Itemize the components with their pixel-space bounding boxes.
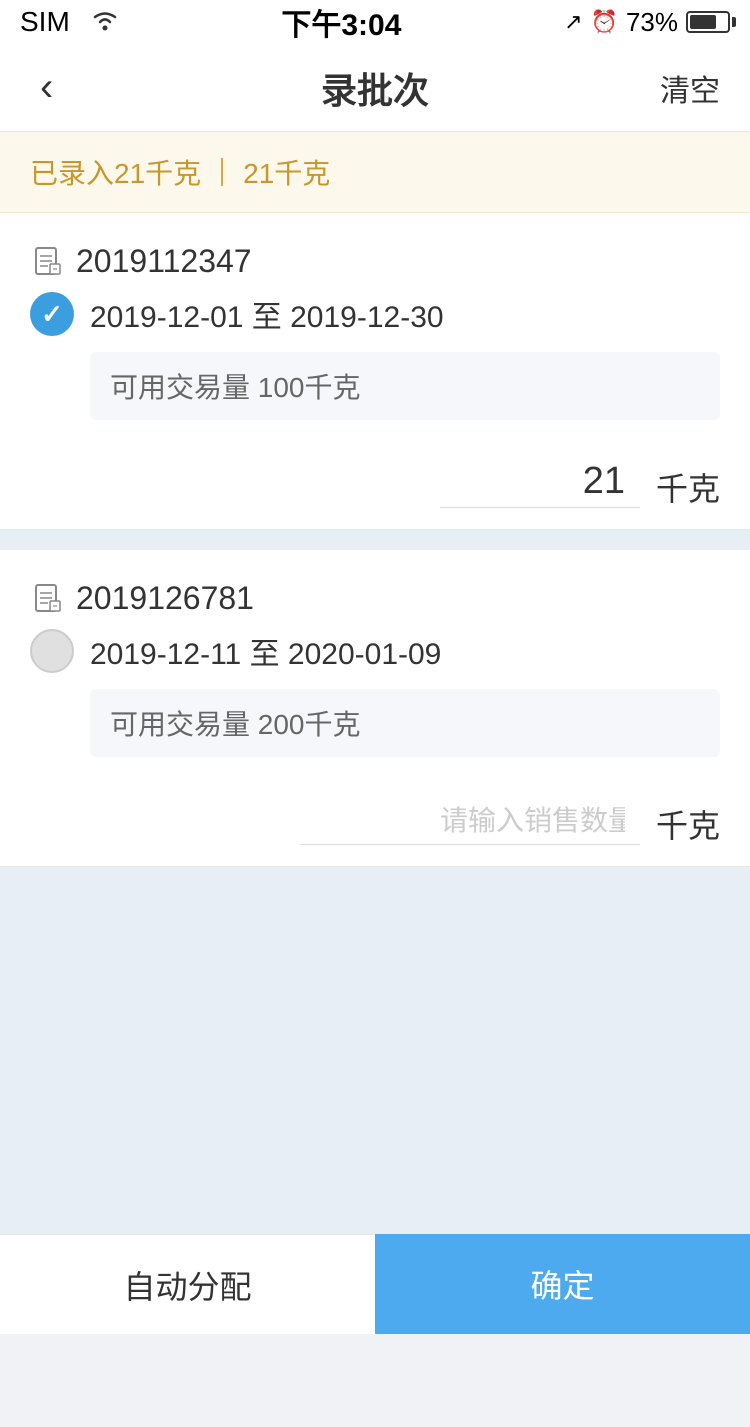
section-divider: [0, 530, 750, 550]
qty-input-row-2: 千克: [0, 777, 750, 867]
batch-id-1: 2019112347: [76, 243, 252, 280]
status-bar: 无 SIM 卡 下午3:04 ↗ ⏰ 73%: [0, 0, 750, 44]
nav-bar: ‹ 录批次 清空: [0, 44, 750, 132]
qty-input-1[interactable]: [440, 460, 640, 503]
auto-distribute-button[interactable]: 自动分配: [0, 1234, 375, 1334]
batch-id-2: 2019126781: [76, 580, 254, 617]
bottom-bar: 自动分配 确定: [0, 1234, 750, 1334]
batch-item-2: 2019126781 2019-12-11 至 2020-01-09 可用交易量…: [0, 550, 750, 777]
back-button[interactable]: ‹: [30, 55, 63, 120]
batch-date-2: 2019-12-11 至 2020-01-09: [90, 629, 441, 673]
page-title: 录批次: [321, 62, 429, 114]
batch-item-1: 2019112347 ✓ 2019-12-01 至 2019-12-30 可用交…: [0, 213, 750, 440]
clear-button[interactable]: 清空: [660, 66, 720, 110]
available-qty-2: 可用交易量 200千克: [90, 689, 720, 757]
available-qty-1: 可用交易量 100千克: [90, 352, 720, 420]
checkmark-1: ✓: [41, 299, 63, 330]
batch-date-row-1[interactable]: ✓ 2019-12-01 至 2019-12-30: [30, 292, 720, 336]
batch-header-2: 2019126781: [30, 580, 720, 617]
qty-unit-2: 千克: [656, 801, 720, 847]
recorded-label: 已录入21千克: [30, 152, 201, 192]
qty-input-2[interactable]: [440, 797, 640, 840]
batch-header-1: 2019112347: [30, 243, 720, 280]
confirm-button[interactable]: 确定: [375, 1234, 750, 1334]
batch-doc-icon-2: [30, 581, 66, 617]
info-banner: 已录入21千克 21千克: [0, 132, 750, 213]
qty-input-row-1: 千克: [0, 440, 750, 530]
alarm-icon: ⏰: [591, 9, 618, 35]
qty-unit-1: 千克: [656, 464, 720, 510]
batch-doc-icon-1: [30, 244, 66, 280]
batch-card-2: 2019126781 2019-12-11 至 2020-01-09 可用交易量…: [0, 550, 750, 867]
banner-divider: [221, 158, 223, 186]
battery-percent: 73%: [626, 7, 678, 38]
status-right: ↗ ⏰ 73%: [564, 7, 730, 38]
wifi-icon: [91, 6, 119, 38]
battery-icon: [686, 11, 730, 33]
status-time: 下午3:04: [281, 0, 401, 44]
batch-date-row-2[interactable]: 2019-12-11 至 2020-01-09: [30, 629, 720, 673]
recorded-value: 21千克: [243, 152, 330, 192]
batch-date-1: 2019-12-01 至 2019-12-30: [90, 292, 444, 336]
location-icon: ↗: [564, 9, 582, 35]
radio-selected-1[interactable]: ✓: [30, 292, 74, 336]
radio-unselected-2[interactable]: [30, 629, 74, 673]
batch-card-1: 2019112347 ✓ 2019-12-01 至 2019-12-30 可用交…: [0, 213, 750, 530]
